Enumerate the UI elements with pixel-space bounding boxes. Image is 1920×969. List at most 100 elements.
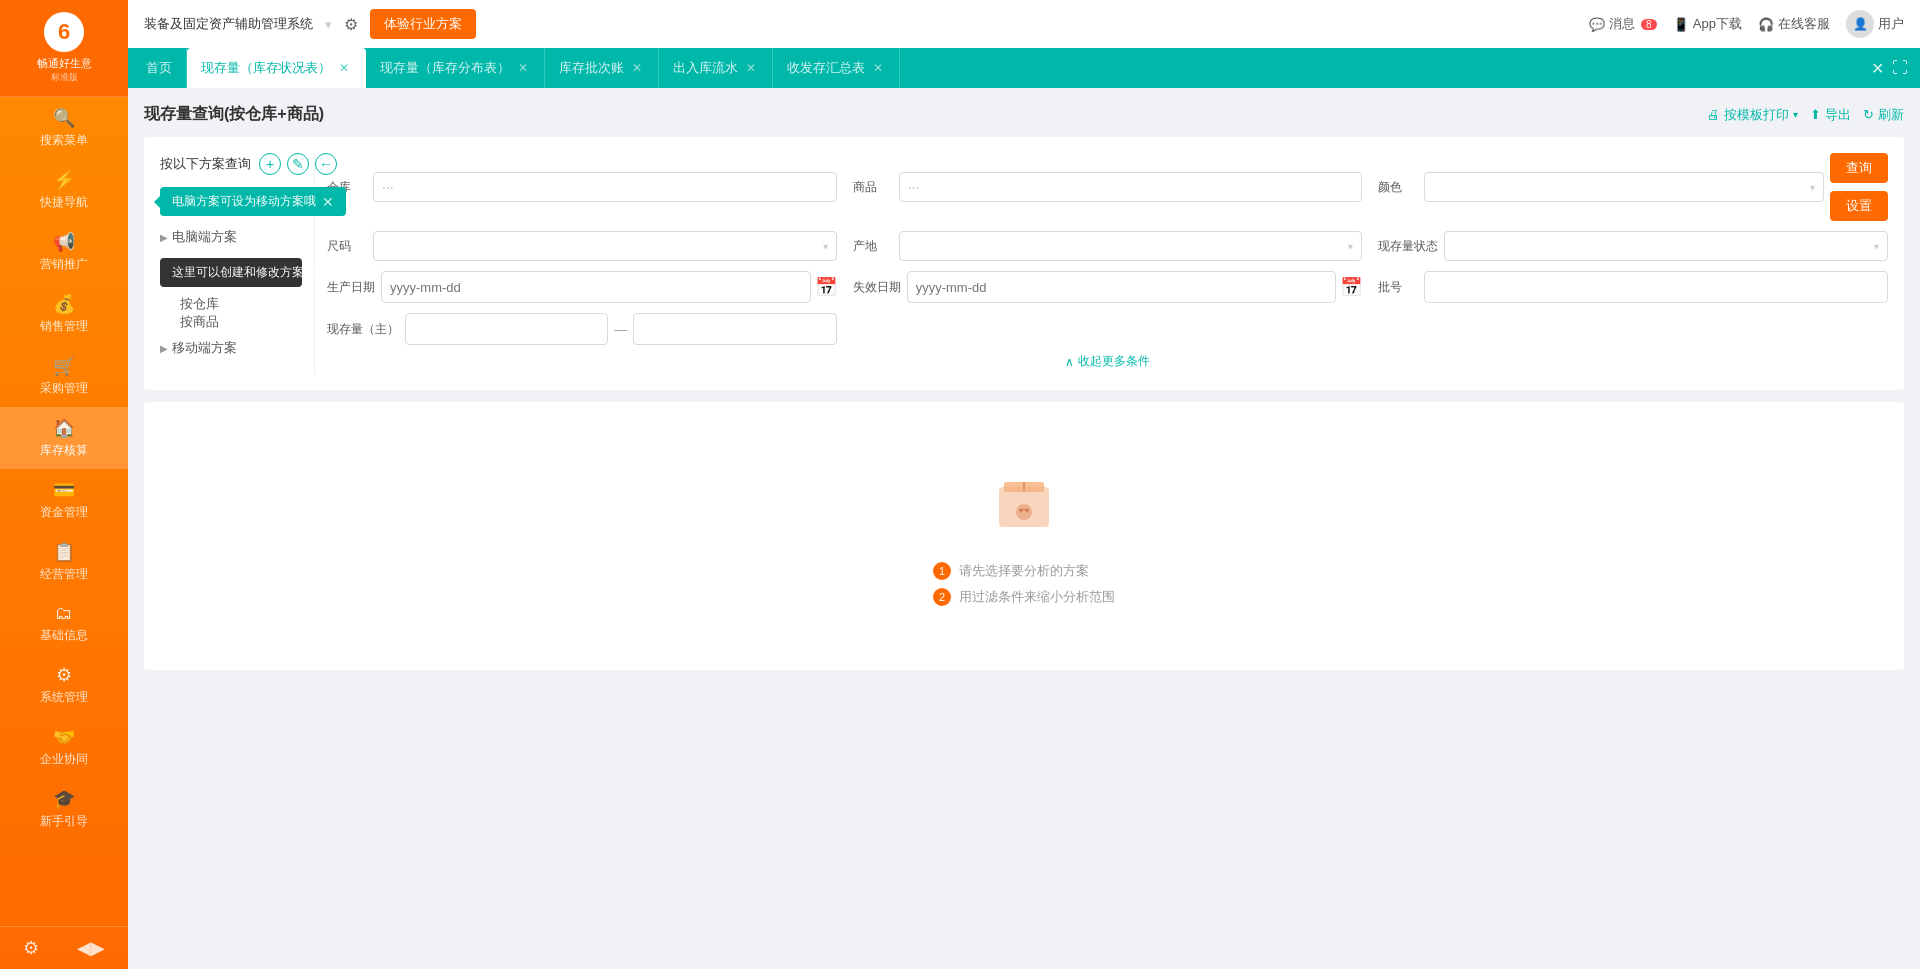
step1-num: 1 (933, 562, 951, 580)
tab-close-all-btn[interactable]: ✕ (1871, 59, 1884, 78)
sidebar-nav: 🔍 搜索菜单 ⚡ 快捷导航 📢 营销推广 💰 销售管理 🛒 采购管理 🏠 库存核… (0, 97, 128, 926)
calendar-icon-prod: 📅 (815, 276, 837, 298)
print-btn[interactable]: 🖨 按模板打印 ▾ (1707, 106, 1798, 124)
warehouse-field: 仓库 ··· (327, 153, 837, 221)
refresh-btn[interactable]: ↻ 刷新 (1863, 106, 1904, 124)
operations-icon: 📋 (53, 541, 75, 563)
online-service-btn[interactable]: 🎧 在线客服 (1758, 15, 1830, 33)
nav-search-menu[interactable]: 🔍 搜索菜单 (0, 97, 128, 159)
nav-inventory[interactable]: 🏠 库存核算 (0, 407, 128, 469)
scheme-tree-more: 按仓库 按商品 (160, 295, 302, 331)
tab-batch-close[interactable]: ✕ (630, 59, 644, 77)
industry-btn[interactable]: 体验行业方案 (370, 9, 476, 39)
size-control[interactable]: ▾ (373, 231, 837, 261)
color-field-row: 颜色 ▾ 查询 设置 (1378, 153, 1888, 221)
tab-stock-dist-close[interactable]: ✕ (516, 59, 530, 77)
nav-basic-info[interactable]: 🗂 基础信息 (0, 593, 128, 654)
main-area: 装备及固定资产辅助管理系统 ▾ ⚙ 体验行业方案 💬 消息 8 📱 App下载 … (128, 0, 1920, 969)
nav-marketing[interactable]: 📢 营销推广 (0, 221, 128, 283)
goods-dots: ··· (908, 179, 920, 195)
add-scheme-btn[interactable]: + (259, 153, 281, 175)
stock-main-start[interactable] (405, 313, 608, 345)
search-btn[interactable]: 查询 (1830, 153, 1888, 183)
scheme-sub-warehouse[interactable]: 按仓库 (160, 295, 302, 313)
logo-text: 畅通好生意 标准版 (37, 56, 92, 84)
empty-step-1: 1 请先选择要分析的方案 (933, 558, 1115, 584)
header-settings-icon[interactable]: ⚙ (344, 15, 358, 34)
scheme-tree: ▶ 电脑端方案 (160, 224, 302, 250)
prod-date-range: 📅 (381, 271, 837, 303)
system-name: 装备及固定资产辅助管理系统 (144, 15, 313, 33)
tooltip1-close[interactable]: ✕ (322, 194, 334, 210)
tooltip-desktop: 电脑方案可设为移动方案哦 ✕ (160, 187, 346, 216)
collapse-btn[interactable]: ∧ 收起更多条件 (327, 345, 1888, 374)
export-btn[interactable]: ⬆ 导出 (1810, 106, 1851, 124)
prod-date-start[interactable] (381, 271, 811, 303)
nav-newbie[interactable]: 🎓 新手引导 (0, 778, 128, 840)
color-control[interactable]: ▾ (1424, 172, 1824, 202)
stock-main-end[interactable] (633, 313, 836, 345)
nav-quick-guide[interactable]: ⚡ 快捷导航 (0, 159, 128, 221)
sidebar-bottom: ⚙ ◀▶ (0, 926, 128, 969)
logo-icon: 6 (44, 12, 84, 52)
tab-flow[interactable]: 出入库流水 ✕ (659, 48, 773, 88)
origin-control[interactable]: ▾ (899, 231, 1363, 261)
stock-main-label: 现存量（主） (327, 321, 399, 338)
scheme-sub-goods[interactable]: 按商品 (160, 313, 302, 331)
user-menu[interactable]: 👤 用户 (1846, 10, 1904, 38)
size-arrow-icon: ▾ (823, 241, 828, 252)
scheme-desktop[interactable]: ▶ 电脑端方案 (160, 224, 302, 250)
warehouse-control[interactable]: ··· (373, 172, 837, 202)
tooltip2-close[interactable]: ✕ (322, 265, 334, 281)
header-left: 装备及固定资产辅助管理系统 ▾ ⚙ 体验行业方案 (144, 9, 476, 39)
tab-bar: 首页 现存量（库存状况表） ✕ 现存量（库存分布表） ✕ 库存批次账 ✕ 出入库… (128, 48, 1920, 88)
nav-operations[interactable]: 📋 经营管理 (0, 531, 128, 593)
tab-stock-status[interactable]: 现存量（库存状况表） ✕ (187, 48, 366, 88)
fields-grid: 仓库 ··· 商品 ··· (327, 153, 1888, 345)
scheme-mobile-item[interactable]: ▶ 移动端方案 (160, 335, 302, 361)
tab-summary-close[interactable]: ✕ (871, 59, 885, 77)
nav-system[interactable]: ⚙ 系统管理 (0, 654, 128, 716)
tab-stock-status-close[interactable]: ✕ (337, 59, 351, 77)
nav-finance[interactable]: 💳 资金管理 (0, 469, 128, 531)
step2-num: 2 (933, 588, 951, 606)
sidebar: 6 畅通好生意 标准版 🔍 搜索菜单 ⚡ 快捷导航 📢 营销推广 💰 销售管理 … (0, 0, 128, 969)
tab-flow-close[interactable]: ✕ (744, 59, 758, 77)
edit-scheme-btn[interactable]: ✎ (287, 153, 309, 175)
purchase-icon: 🛒 (53, 355, 75, 377)
stock-main-range: — (405, 313, 837, 345)
goods-control[interactable]: ··· (899, 172, 1363, 202)
sidebar-collapse-btn[interactable]: ◀▶ (77, 937, 105, 959)
stock-status-field: 现存量状态 ▾ (1378, 231, 1888, 261)
header: 装备及固定资产辅助管理系统 ▾ ⚙ 体验行业方案 💬 消息 8 📱 App下载 … (128, 0, 1920, 48)
system-icon: ⚙ (56, 664, 72, 686)
collapse-icon: ∧ (1065, 355, 1074, 369)
nav-purchase[interactable]: 🛒 采购管理 (0, 345, 128, 407)
warehouse-dots: ··· (382, 179, 394, 195)
expire-date-range: 📅 (907, 271, 1363, 303)
sales-icon: 💰 (53, 293, 75, 315)
marketing-icon: 📢 (53, 231, 75, 253)
finance-icon: 💳 (53, 479, 75, 501)
stock-status-control[interactable]: ▾ (1444, 231, 1888, 261)
print-icon: 🖨 (1707, 107, 1720, 122)
expire-date-start[interactable] (907, 271, 1337, 303)
nav-sales[interactable]: 💰 销售管理 (0, 283, 128, 345)
nav-enterprise[interactable]: 🤝 企业协同 (0, 716, 128, 778)
tab-summary[interactable]: 收发存汇总表 ✕ (773, 48, 900, 88)
app-download-btn[interactable]: 📱 App下载 (1673, 15, 1742, 33)
newbie-icon: 🎓 (53, 788, 75, 810)
back-btn[interactable]: ← (315, 153, 337, 175)
tab-stock-dist[interactable]: 现存量（库存分布表） ✕ (366, 48, 545, 88)
print-arrow-icon: ▾ (1793, 109, 1798, 120)
notice-btn[interactable]: 💬 消息 8 (1589, 15, 1657, 33)
filter-label: 按以下方案查询 (160, 155, 251, 173)
batch-input[interactable] (1424, 271, 1888, 303)
tab-home[interactable]: 首页 (132, 48, 187, 88)
dash-icon: — (612, 322, 629, 337)
sidebar-settings-btn[interactable]: ⚙ (23, 937, 39, 959)
tab-fullscreen-btn[interactable]: ⛶ (1892, 59, 1908, 77)
reset-btn[interactable]: 设置 (1830, 191, 1888, 221)
stock-status-label: 现存量状态 (1378, 238, 1438, 255)
tab-batch[interactable]: 库存批次账 ✕ (545, 48, 659, 88)
